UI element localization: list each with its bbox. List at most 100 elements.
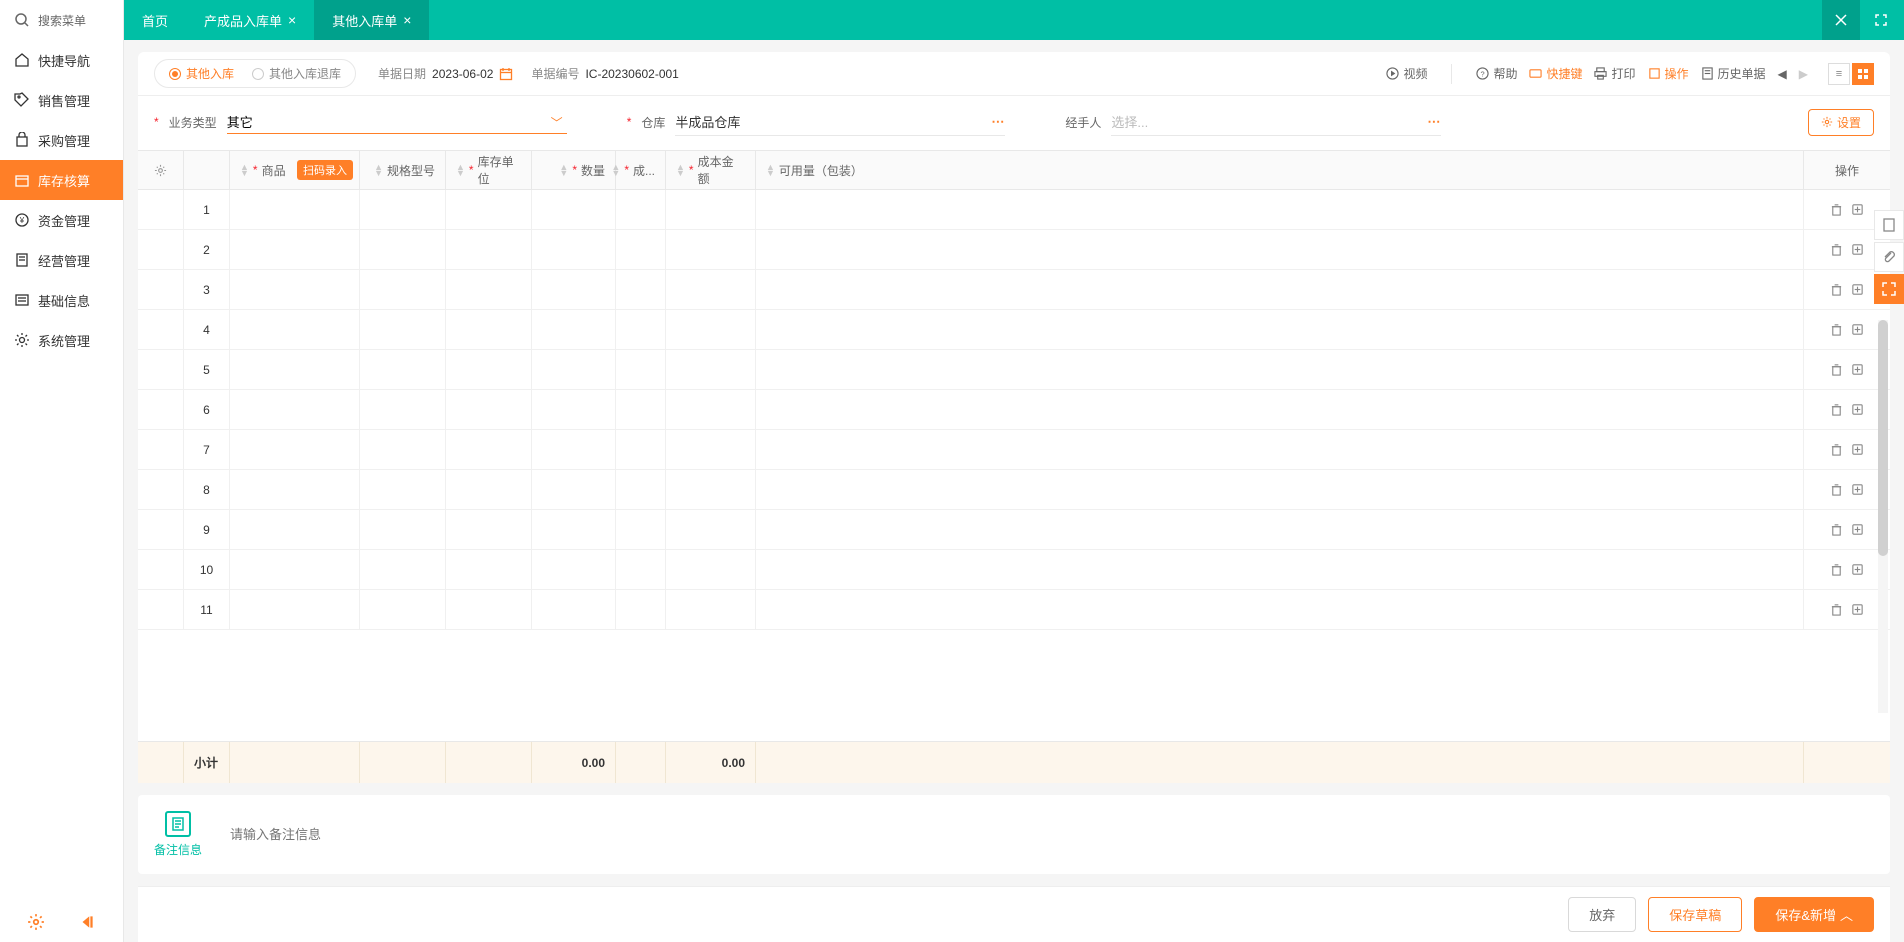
tab-home[interactable]: 首页	[124, 0, 186, 40]
sort-icon[interactable]: ▲▼	[240, 164, 249, 176]
operate-link[interactable]: 操作	[1648, 65, 1689, 82]
sort-icon[interactable]: ▲▼	[374, 164, 383, 176]
settings-button[interactable]: 设置	[1808, 109, 1874, 136]
add-icon[interactable]	[1851, 403, 1864, 416]
view-list-button[interactable]: ≡	[1828, 63, 1850, 85]
nav-purchase[interactable]: 采购管理	[0, 120, 123, 160]
print-link[interactable]: 打印	[1594, 65, 1635, 82]
help-link[interactable]: ?帮助	[1476, 65, 1517, 82]
scrollbar[interactable]	[1878, 320, 1888, 713]
tab-product-in[interactable]: 产成品入库单×	[186, 0, 314, 40]
calendar-icon[interactable]	[499, 67, 513, 81]
save-new-button[interactable]: 保存&新增︿	[1754, 897, 1874, 932]
settings-icon[interactable]	[27, 913, 45, 931]
subtotal-amount: 0.00	[666, 742, 756, 783]
collapse-icon[interactable]	[78, 913, 96, 931]
table-row[interactable]: 6	[138, 390, 1890, 430]
scan-button[interactable]: 扫码录入	[297, 160, 353, 180]
view-form-button[interactable]	[1852, 63, 1874, 85]
nav-business[interactable]: 经营管理	[0, 240, 123, 280]
table-row[interactable]: 7	[138, 430, 1890, 470]
th-available[interactable]: ▲▼可用量（包装）	[756, 151, 1804, 189]
delete-icon[interactable]	[1830, 563, 1843, 576]
add-icon[interactable]	[1851, 243, 1864, 256]
close-icon[interactable]: ×	[288, 12, 296, 28]
close-icon[interactable]: ×	[403, 12, 411, 28]
prev-icon[interactable]: ◀	[1778, 67, 1787, 81]
table-row[interactable]: 8	[138, 470, 1890, 510]
sort-icon[interactable]: ▲▼	[766, 164, 775, 176]
scroll-thumb[interactable]	[1878, 320, 1888, 556]
nav-funds[interactable]: ¥ 资金管理	[0, 200, 123, 240]
th-spec[interactable]: ▲▼规格型号	[360, 151, 446, 189]
date-value[interactable]: 2023-06-02	[432, 67, 493, 81]
delete-icon[interactable]	[1830, 523, 1843, 536]
search-menu[interactable]: 搜索菜单	[0, 0, 123, 40]
delete-icon[interactable]	[1830, 603, 1843, 616]
delete-icon[interactable]	[1830, 483, 1843, 496]
th-product[interactable]: ▲▼*商品扫码录入	[230, 151, 360, 189]
add-icon[interactable]	[1851, 483, 1864, 496]
nav-sales[interactable]: 销售管理	[0, 80, 123, 120]
sort-icon[interactable]: ▲▼	[456, 164, 465, 176]
bag-icon	[14, 132, 30, 148]
table-row[interactable]: 5	[138, 350, 1890, 390]
biz-type-input[interactable]	[227, 110, 567, 134]
sort-icon[interactable]: ▲▼	[611, 164, 620, 176]
next-icon[interactable]: ▶	[1799, 67, 1808, 81]
delete-icon[interactable]	[1830, 203, 1843, 216]
delete-icon[interactable]	[1830, 283, 1843, 296]
float-expand-button[interactable]	[1874, 274, 1904, 304]
table-row[interactable]: 10	[138, 550, 1890, 590]
sort-icon[interactable]: ▲▼	[559, 164, 568, 176]
table-row[interactable]: 1	[138, 190, 1890, 230]
float-attach-button[interactable]	[1874, 242, 1904, 272]
th-unit[interactable]: ▲▼*库存单位	[446, 151, 532, 189]
more-icon[interactable]: ⋯	[991, 114, 1005, 130]
add-icon[interactable]	[1851, 283, 1864, 296]
more-icon[interactable]: ⋯	[1427, 114, 1441, 130]
add-icon[interactable]	[1851, 563, 1864, 576]
float-note-button[interactable]	[1874, 210, 1904, 240]
table-row[interactable]: 9	[138, 510, 1890, 550]
add-icon[interactable]	[1851, 203, 1864, 216]
add-icon[interactable]	[1851, 323, 1864, 336]
nav-system[interactable]: 系统管理	[0, 320, 123, 360]
fullscreen-button[interactable]	[1862, 0, 1900, 40]
discard-button[interactable]: 放弃	[1568, 897, 1636, 932]
th-qty[interactable]: ▲▼*数量	[532, 151, 616, 189]
th-cost[interactable]: ▲▼*成...	[616, 151, 666, 189]
delete-icon[interactable]	[1830, 403, 1843, 416]
history-link[interactable]: 历史单据	[1701, 65, 1766, 82]
th-amount[interactable]: ▲▼*成本金额	[666, 151, 756, 189]
add-icon[interactable]	[1851, 443, 1864, 456]
nav-basic[interactable]: 基础信息	[0, 280, 123, 320]
remarks-input[interactable]	[222, 811, 1874, 858]
add-icon[interactable]	[1851, 523, 1864, 536]
shortcut-link[interactable]: 快捷键	[1529, 65, 1582, 82]
nav-quick[interactable]: 快捷导航	[0, 40, 123, 80]
warehouse-select[interactable]: 半成品仓库 ⋯	[675, 108, 1005, 136]
table-row[interactable]: 4	[138, 310, 1890, 350]
table-row[interactable]: 11	[138, 590, 1890, 630]
save-draft-button[interactable]: 保存草稿	[1648, 897, 1742, 932]
chevron-down-icon[interactable]: ﹀	[551, 114, 563, 131]
th-gear[interactable]	[138, 151, 184, 189]
radio-other-return[interactable]: 其他入库退库	[252, 65, 341, 82]
handler-select[interactable]: 选择... ⋯	[1111, 108, 1441, 136]
radio-other-in[interactable]: 其他入库	[169, 65, 234, 82]
nav-inventory[interactable]: 库存核算	[0, 160, 123, 200]
tab-other-in[interactable]: 其他入库单×	[314, 0, 429, 40]
delete-icon[interactable]	[1830, 323, 1843, 336]
sort-icon[interactable]: ▲▼	[676, 164, 685, 176]
add-icon[interactable]	[1851, 363, 1864, 376]
add-icon[interactable]	[1851, 603, 1864, 616]
th-index	[184, 151, 230, 189]
table-row[interactable]: 3	[138, 270, 1890, 310]
delete-icon[interactable]	[1830, 243, 1843, 256]
table-row[interactable]: 2	[138, 230, 1890, 270]
delete-icon[interactable]	[1830, 443, 1843, 456]
close-all-button[interactable]	[1822, 0, 1860, 40]
video-link[interactable]: 视频	[1386, 65, 1427, 82]
delete-icon[interactable]	[1830, 363, 1843, 376]
